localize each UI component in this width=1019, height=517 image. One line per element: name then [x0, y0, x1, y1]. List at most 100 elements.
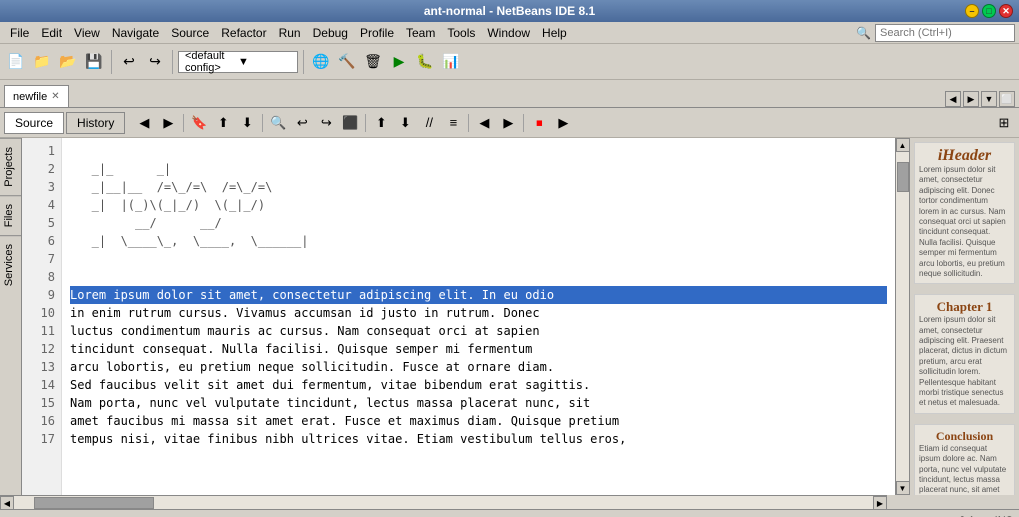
back-button[interactable]: ◀ [133, 112, 155, 134]
ed-sep-2 [262, 114, 263, 132]
tab-history[interactable]: History [66, 112, 125, 134]
scroll-thumb[interactable] [897, 162, 909, 192]
menu-view[interactable]: View [68, 24, 106, 42]
find-next[interactable]: ↩ [291, 112, 313, 134]
menu-profile[interactable]: Profile [354, 24, 400, 42]
next-bookmark[interactable]: ⬇ [236, 112, 258, 134]
tab-newfile[interactable]: newfile ✕ [4, 85, 69, 107]
code-editor[interactable]: _|_ _| _|__|__ /=\_/=\ /=\_/=\ _| |(_)\(… [62, 138, 895, 495]
h-scroll-track[interactable] [14, 496, 873, 509]
editor-pane[interactable]: 1 2 3 4 5 6 7 8 9 10 11 12 13 14 15 16 1… [22, 138, 909, 495]
close-button[interactable]: ✕ [999, 4, 1013, 18]
run-editor-button[interactable]: ▶ [552, 112, 574, 134]
profile-button[interactable]: 📊 [439, 50, 463, 74]
scroll-right-button[interactable]: ▶ [873, 496, 887, 510]
build-button[interactable]: 🔨 [335, 50, 359, 74]
menu-team[interactable]: Team [400, 24, 441, 42]
code-line-3: _|__|__ /=\_/=\ /=\_/=\ [70, 178, 887, 196]
toolbar-sep-3 [303, 50, 304, 74]
tab-source[interactable]: Source [4, 112, 64, 134]
debug-button[interactable]: 🐛 [413, 50, 437, 74]
tab-window-button[interactable]: ⬜ [999, 91, 1015, 107]
code-line-7 [70, 250, 887, 268]
tab-next-button[interactable]: ▶ [963, 91, 979, 107]
open-button[interactable]: 📂 [56, 50, 80, 74]
expand-button[interactable]: ⊞ [993, 112, 1015, 134]
menu-refactor[interactable]: Refactor [215, 24, 272, 42]
globe-icon[interactable]: 🌐 [309, 50, 333, 74]
menu-navigate[interactable]: Navigate [106, 24, 165, 42]
shift-left[interactable]: ◀ [473, 112, 495, 134]
sidebar-item-files[interactable]: Files [0, 195, 21, 235]
window-controls: – □ ✕ [965, 4, 1013, 18]
tab-list-button[interactable]: ▼ [981, 91, 997, 107]
stop-button[interactable]: ⏹ [528, 112, 550, 134]
ed-sep-1 [183, 114, 184, 132]
status-bar: 9:1 INS [0, 509, 1019, 517]
search-button[interactable]: 🔍 [267, 112, 289, 134]
config-dropdown[interactable]: <default config> ▼ [178, 51, 298, 73]
title-bar: ant-normal - NetBeans IDE 8.1 – □ ✕ [0, 0, 1019, 22]
line-num-5: 5 [22, 214, 61, 232]
find-prev[interactable]: ↪ [315, 112, 337, 134]
tab-prev-button[interactable]: ◀ [945, 91, 961, 107]
line-num-1: 1 [22, 142, 61, 160]
undo-button[interactable]: ↩ [117, 50, 141, 74]
spacer-right: ⊞ [993, 112, 1015, 134]
code-line-14: Sed faucibus velit sit amet dui fermentu… [70, 376, 887, 394]
menu-help[interactable]: Help [536, 24, 573, 42]
minimize-button[interactable]: – [965, 4, 979, 18]
menu-window[interactable]: Window [481, 24, 536, 42]
format-code[interactable]: ≡ [442, 112, 464, 134]
horizontal-scrollbar[interactable]: ◀ ▶ [0, 495, 887, 509]
code-line-9: Lorem ipsum dolor sit amet, consectetur … [70, 286, 887, 304]
vertical-scrollbar[interactable]: ▲ ▼ [895, 138, 909, 495]
scroll-left-button[interactable]: ◀ [0, 496, 14, 510]
menu-file[interactable]: File [4, 24, 35, 42]
search-input[interactable] [880, 27, 1000, 39]
toggle-bookmark[interactable]: 🔖 [188, 112, 210, 134]
run-button[interactable]: ▶ [387, 50, 411, 74]
line-numbers: 1 2 3 4 5 6 7 8 9 10 11 12 13 14 15 16 1… [22, 138, 62, 495]
preview-conclusion-title: Conclusion [919, 429, 1010, 444]
scroll-up-button[interactable]: ▲ [896, 138, 910, 152]
code-line-12: tincidunt consequat. Nulla facilisi. Qui… [70, 340, 887, 358]
redo-button[interactable]: ↪ [143, 50, 167, 74]
left-panel-tabs: Projects Files Services [0, 138, 22, 495]
prev-error[interactable]: ⬆ [370, 112, 392, 134]
toggle-comment[interactable]: // [418, 112, 440, 134]
maximize-button[interactable]: □ [982, 4, 996, 18]
prev-bookmark[interactable]: ⬆ [212, 112, 234, 134]
line-num-3: 3 [22, 178, 61, 196]
tab-close-icon[interactable]: ✕ [51, 91, 59, 102]
shift-right[interactable]: ▶ [497, 112, 519, 134]
main-content: Projects Files Services 1 2 3 4 5 6 7 8 … [0, 138, 1019, 495]
new-file-button[interactable]: 📄 [4, 50, 28, 74]
scroll-down-button[interactable]: ▼ [896, 481, 910, 495]
menu-debug[interactable]: Debug [307, 24, 354, 42]
scroll-track[interactable] [896, 152, 910, 481]
menu-tools[interactable]: Tools [441, 24, 481, 42]
toolbar-sep-2 [172, 50, 173, 74]
editor-toolbar: Source History ◀ ▶ 🔖 ⬆ ⬇ 🔍 ↩ ↪ ⬛ ⬆ ⬇ // … [0, 108, 1019, 138]
search-glass-icon: 🔍 [856, 26, 871, 40]
find-selection[interactable]: ⬛ [339, 112, 361, 134]
tab-bar: newfile ✕ ◀ ▶ ▼ ⬜ [0, 80, 1019, 108]
sidebar-item-services[interactable]: Services [0, 235, 21, 294]
clean-build-button[interactable]: 🗑 [361, 50, 385, 74]
next-error[interactable]: ⬇ [394, 112, 416, 134]
code-line-4: _| |(_)\(_|_/) \(_|_/) [70, 196, 887, 214]
preview-header-text: Lorem ipsum dolor sit amet, consectetur … [919, 165, 1010, 279]
menu-run[interactable]: Run [273, 24, 307, 42]
save-button[interactable]: 💾 [82, 50, 106, 74]
window-title: ant-normal - NetBeans IDE 8.1 [424, 4, 595, 18]
sidebar-item-projects[interactable]: Projects [0, 138, 21, 195]
menu-edit[interactable]: Edit [35, 24, 68, 42]
new-project-button[interactable]: 📁 [30, 50, 54, 74]
line-num-9: 9 [22, 286, 61, 304]
search-box[interactable] [875, 24, 1015, 42]
line-num-15: 15 [22, 394, 61, 412]
menu-source[interactable]: Source [165, 24, 215, 42]
h-scroll-thumb[interactable] [34, 497, 154, 509]
forward-button[interactable]: ▶ [157, 112, 179, 134]
